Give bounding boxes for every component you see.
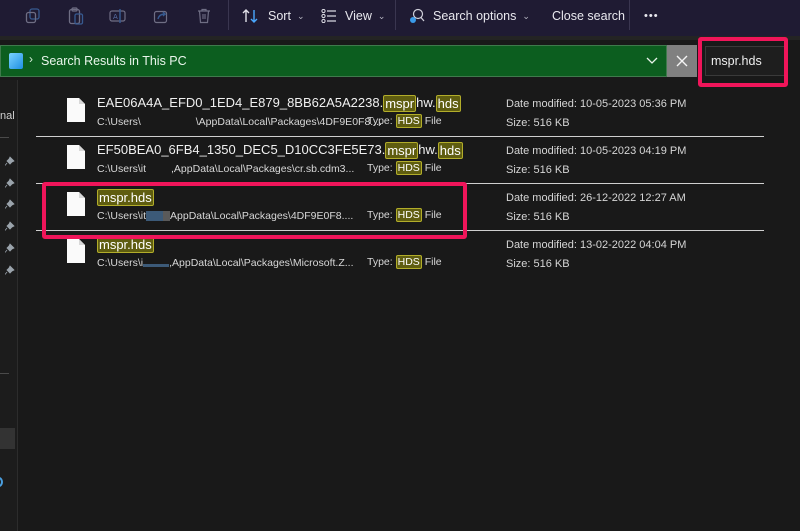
search-options-button[interactable]: Search options ⌄ (409, 4, 530, 28)
match-highlight: mspr (383, 95, 417, 112)
svg-text:A: A (113, 13, 118, 21)
pin-icon[interactable] (4, 196, 15, 209)
redacted-username (141, 117, 196, 127)
copy-icon[interactable] (19, 5, 47, 27)
file-icon (67, 239, 85, 263)
date-modified: Date modified: 26-12-2022 12:27 AM (506, 192, 686, 204)
chevron-down-icon: ⌄ (296, 10, 305, 21)
file-size: Size: 516 KB (506, 258, 570, 270)
search-options-icon (410, 8, 425, 23)
annotation-highlight-result (42, 182, 467, 239)
toolbar-border (0, 36, 800, 40)
rename-icon[interactable]: A (104, 5, 132, 27)
pin-icon[interactable] (4, 240, 15, 253)
view-icon (321, 9, 336, 23)
address-history-dropdown[interactable] (644, 52, 660, 68)
file-path: C:\Users\ \AppData\Local\Packages\4DF9E0F… (97, 116, 382, 128)
breadcrumb-path[interactable]: Search Results in This PC (41, 54, 187, 68)
toolbar-divider (629, 0, 630, 30)
close-icon (676, 55, 688, 67)
delete-icon[interactable] (190, 5, 218, 27)
file-name: EAE06A4A_EFD0_1ED4_E879_8BB62A5A2238. msp… (97, 95, 461, 112)
pin-icon[interactable] (4, 262, 15, 275)
nav-item-label[interactable]: nal (0, 110, 15, 122)
match-highlight: HDS (395, 161, 422, 175)
view-label: View (345, 9, 372, 23)
file-size: Size: 516 KB (506, 211, 570, 223)
match-highlight: hds (435, 95, 461, 112)
chevron-down-icon (646, 57, 658, 64)
close-search-label: Close search (552, 9, 625, 23)
date-modified: Date modified: 10-05-2023 04:19 PM (506, 145, 687, 157)
share-icon[interactable] (147, 5, 175, 27)
navigation-pane: nal (0, 80, 18, 531)
file-name: EF50BEA0_6FB4_1350_DEC5_D10CC3FE5E73. msp… (97, 142, 463, 159)
network-icon[interactable] (0, 477, 3, 487)
nav-divider (0, 137, 9, 138)
redacted-username (143, 259, 170, 268)
match-highlight: HDS (395, 114, 422, 128)
file-size: Size: 516 KB (506, 164, 570, 176)
file-path: C:\Users\it ,AppData\Local\Packages\cr.sb… (97, 163, 355, 175)
paste-icon[interactable] (62, 5, 90, 27)
result-row[interactable]: EAE06A4A_EFD0_1ED4_E879_8BB62A5A2238. msp… (36, 90, 764, 137)
chevron-down-icon: ⌄ (522, 10, 530, 21)
file-type: Type: HDS File (367, 255, 442, 269)
file-explorer-window: A Sort ⌄ View ⌄ Search options ⌄ Close s… (0, 0, 800, 531)
file-type: Type: HDS File (367, 114, 442, 128)
search-results-icon (9, 53, 23, 69)
date-modified: Date modified: 13-02-2022 04:04 PM (506, 239, 687, 251)
match-highlight: mspr (385, 142, 419, 159)
result-row[interactable]: EF50BEA0_6FB4_1350_DEC5_D10CC3FE5E73. msp… (36, 137, 764, 184)
file-icon (67, 145, 85, 169)
search-options-label: Search options (433, 9, 517, 23)
sort-label: Sort (268, 9, 291, 23)
match-highlight: hds (437, 142, 463, 159)
breadcrumb-chevron-icon[interactable]: › (29, 52, 33, 66)
file-size: Size: 516 KB (506, 117, 570, 129)
sort-button[interactable]: Sort ⌄ (242, 4, 304, 28)
more-options-button[interactable]: ••• (644, 4, 659, 28)
date-modified: Date modified: 10-05-2023 05:36 PM (506, 98, 687, 110)
pin-icon[interactable] (4, 153, 15, 166)
file-icon (67, 98, 85, 122)
address-bar[interactable]: › Search Results in This PC (0, 45, 667, 77)
nav-divider (0, 373, 9, 374)
more-icon: ••• (644, 10, 659, 22)
pin-icon[interactable] (4, 218, 15, 231)
nav-item-selected[interactable] (0, 428, 15, 449)
toolbar-divider (228, 0, 229, 30)
sort-icon (242, 9, 258, 23)
annotation-highlight-search (698, 37, 788, 87)
toolbar-divider (395, 0, 396, 30)
file-type: Type: HDS File (367, 161, 442, 175)
command-bar: A Sort ⌄ View ⌄ Search options ⌄ Close s… (0, 0, 800, 38)
clear-search-button[interactable] (667, 45, 697, 77)
pin-icon[interactable] (4, 175, 15, 188)
file-path: C:\Users\i ,AppData\Local\Packages\Micros… (97, 257, 354, 269)
chevron-down-icon: ⌄ (377, 10, 386, 21)
close-search-button[interactable]: Close search (552, 4, 625, 28)
view-button[interactable]: View ⌄ (321, 4, 385, 28)
redacted-username (146, 164, 171, 174)
match-highlight: HDS (395, 255, 422, 269)
